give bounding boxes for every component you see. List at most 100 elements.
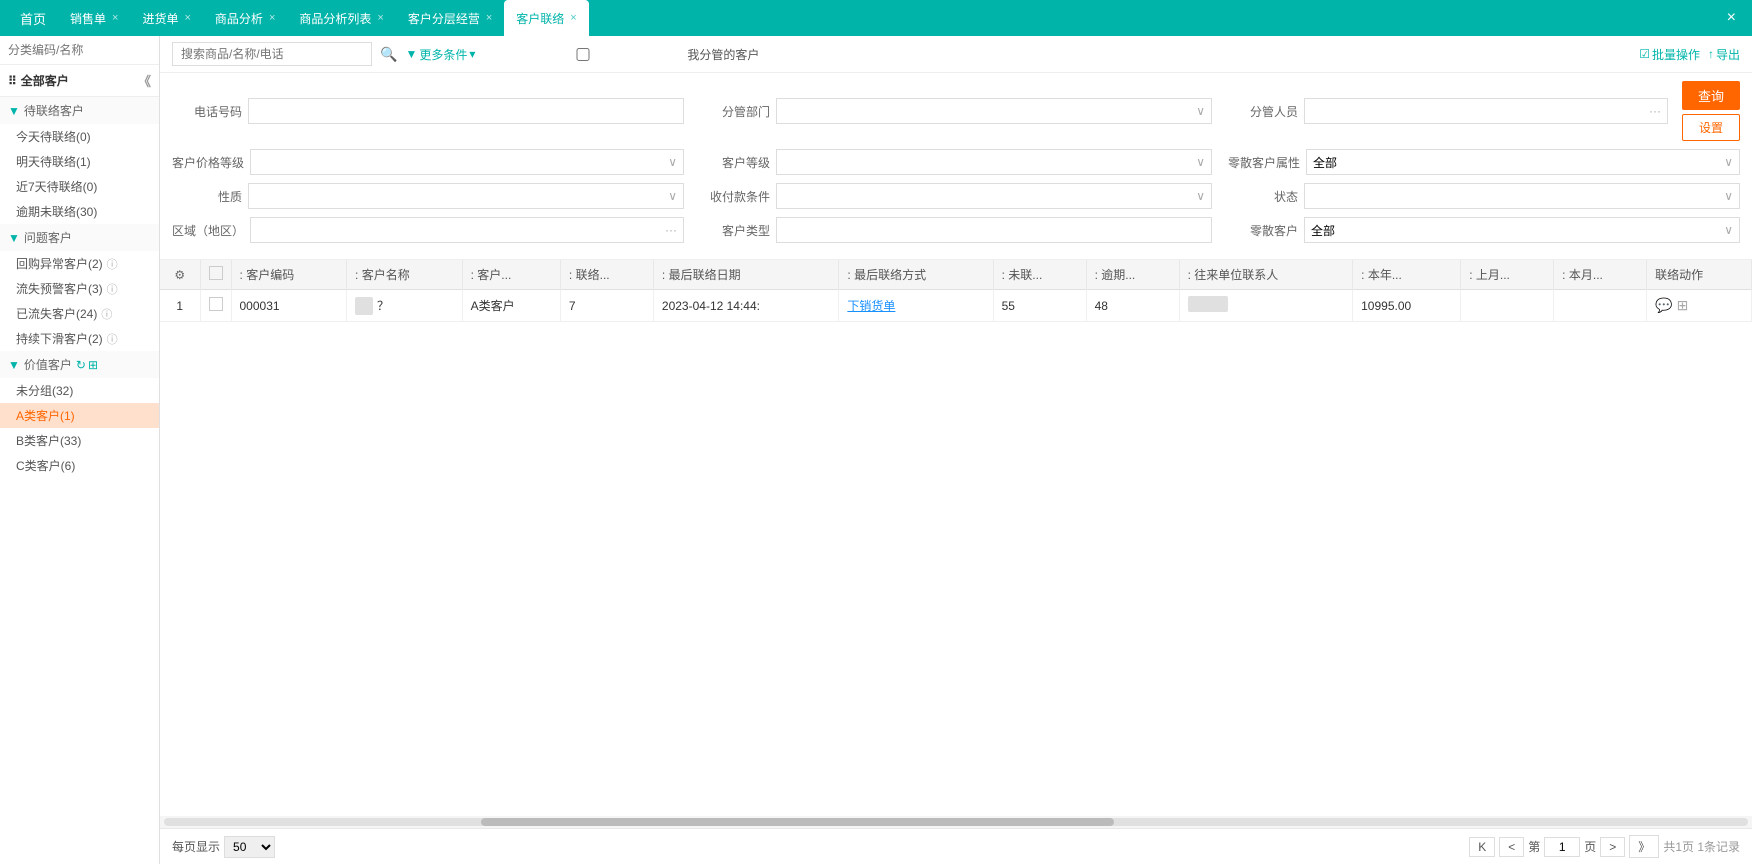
prev-page-button[interactable]: < [1499, 837, 1524, 857]
sidebar-item-tomorrow-pending[interactable]: 明天待联络(1) [0, 149, 159, 174]
horizontal-scrollbar[interactable] [160, 816, 1752, 828]
close-all-button[interactable]: × [1719, 9, 1744, 27]
section-pending-contact[interactable]: ▼ 待联络客户 [0, 97, 159, 124]
my-customer-checkbox-container: 我分管的客户 [483, 46, 759, 63]
sidebar-item-ungrouped[interactable]: 未分组(32) [0, 378, 159, 403]
sidebar-item-declining[interactable]: 持续下滑客户(2) ⓘ [0, 326, 159, 351]
customer-level-select[interactable]: ∨ [776, 149, 1212, 175]
search-input[interactable] [172, 42, 372, 66]
help-icon-churn-warning: ⓘ [107, 281, 118, 297]
sidebar-item-class-c[interactable]: C类客户(6) [0, 453, 159, 478]
nav-customer-contact[interactable]: 客户联络 × [504, 0, 588, 36]
per-page-select[interactable]: 50 20 100 [224, 836, 275, 858]
adv-filter-container: 电话号码 分管部门 ∨ 分管人员 ··· 查询 设置 [160, 73, 1752, 260]
sidebar-item-churned[interactable]: 已流失客户(24) ⓘ [0, 301, 159, 326]
section-problem-customer[interactable]: ▼ 问题客户 [0, 224, 159, 251]
col-this-month-header: : 本月... [1554, 260, 1647, 290]
main-layout: 🔍 ⠿ 全部客户 《 ▼ 待联络客户 今天待联络(0) 明天待联络(1) 近7天… [0, 36, 1752, 864]
col-contact-person-header: : 往来单位联系人 [1179, 260, 1353, 290]
region-input[interactable]: ··· [250, 217, 684, 243]
close-customer-segment-icon[interactable]: × [486, 12, 492, 24]
close-sales-icon[interactable]: × [112, 12, 118, 24]
col-this-year-header: : 本年... [1353, 260, 1461, 290]
action-qr-icon[interactable]: ⊞ [1677, 297, 1689, 314]
sidebar-item-today-pending[interactable]: 今天待联络(0) [0, 124, 159, 149]
page-number-input[interactable] [1544, 837, 1580, 857]
close-product-analysis-icon[interactable]: × [269, 12, 275, 24]
row-overdue: 48 [1086, 290, 1179, 322]
sidebar-collapse-icon[interactable]: 《 [138, 71, 151, 90]
select-all-checkbox[interactable] [209, 266, 223, 280]
nav-product-analysis-list[interactable]: 商品分析列表 × [287, 0, 395, 36]
filter-dept: 分管部门 ∨ [700, 81, 1212, 141]
export-button[interactable]: ↑ 导出 [1708, 46, 1740, 63]
price-level-select[interactable]: ∨ [250, 149, 684, 175]
sidebar-search-container: 🔍 [0, 36, 159, 65]
my-customer-checkbox[interactable] [483, 48, 683, 61]
col-actions-header: 联络动作 [1647, 260, 1752, 290]
filter-customer-type: 客户类型 [700, 217, 1212, 243]
nav-home[interactable]: 首页 [8, 0, 58, 36]
filter-customer-level: 客户等级 ∨ [700, 149, 1212, 175]
first-page-button[interactable]: K [1469, 837, 1495, 857]
close-customer-contact-icon[interactable]: × [570, 12, 576, 24]
table-gear-icon[interactable]: ⚙ [174, 268, 185, 282]
retail-customer-select[interactable]: 全部 ∨ [1304, 217, 1740, 243]
sidebar-search-input[interactable] [8, 43, 160, 57]
sidebar-item-class-b[interactable]: B类客户(33) [0, 428, 159, 453]
row-actions: 💬 ⊞ [1647, 290, 1752, 322]
sidebar-all-customers[interactable]: ⠿ 全部客户 《 [0, 65, 159, 97]
customer-avatar [355, 297, 373, 315]
query-button[interactable]: 查询 [1682, 81, 1740, 110]
settings-button[interactable]: 设置 [1682, 114, 1740, 141]
row-checkbox[interactable] [209, 297, 223, 311]
col-not-contacted-header: : 未联... [993, 260, 1086, 290]
last-page-button[interactable]: 》 [1629, 835, 1659, 858]
payment-select[interactable]: ∨ [776, 183, 1212, 209]
batch-op-button[interactable]: ☑ 批量操作 [1639, 46, 1700, 63]
sidebar-item-overdue-contact[interactable]: 逾期未联络(30) [0, 199, 159, 224]
help-icon-repurchase: ⓘ [107, 256, 118, 272]
row-num: 1 [160, 290, 200, 322]
nav-product-analysis[interactable]: 商品分析 × [203, 0, 287, 36]
status-select[interactable]: ∨ [1304, 183, 1740, 209]
col-overdue-header: : 逾期... [1086, 260, 1179, 290]
top-nav: 首页 销售单 × 进货单 × 商品分析 × 商品分析列表 × 客户分层经营 × … [0, 0, 1752, 36]
help-icon-declining: ⓘ [107, 331, 118, 347]
pagination: K < 第 页 > 》 共1页 1条记录 [1469, 835, 1740, 858]
per-page-container: 每页显示 50 20 100 [172, 836, 275, 858]
nav-customer-segment[interactable]: 客户分层经营 × [396, 0, 504, 36]
col-check-header [200, 260, 231, 290]
retail-attr-select[interactable]: 全部 ∨ [1306, 149, 1740, 175]
sidebar-item-class-a[interactable]: A类客户(1) [0, 403, 159, 428]
dept-select[interactable]: ∨ [776, 98, 1212, 124]
filter-search-icon[interactable]: 🔍 [380, 46, 397, 63]
last-contact-method-link[interactable]: 下销货单 [847, 299, 895, 313]
close-product-list-icon[interactable]: × [377, 12, 383, 24]
filter-person: 分管人员 ··· 查询 设置 [1228, 81, 1740, 141]
total-info: 共1页 1条记录 [1663, 838, 1740, 855]
nature-select[interactable]: ∨ [248, 183, 684, 209]
customer-type-input[interactable] [776, 217, 1212, 243]
close-purchase-icon[interactable]: × [184, 12, 190, 24]
sidebar-item-7days-pending[interactable]: 近7天待联络(0) [0, 174, 159, 199]
scrollbar-thumb[interactable] [481, 818, 1115, 826]
scrollbar-track [164, 818, 1748, 826]
person-input[interactable]: ··· [1304, 98, 1668, 124]
next-page-button[interactable]: > [1600, 837, 1625, 857]
row-last-contact-method: 下销货单 [839, 290, 993, 322]
nav-sales[interactable]: 销售单 × [58, 0, 130, 36]
help-icon-churned: ⓘ [101, 306, 112, 322]
nav-purchase[interactable]: 进货单 × [130, 0, 202, 36]
col-customer-type-header: : 客户... [462, 260, 560, 290]
sidebar-item-repurchase-abnormal[interactable]: 回购异常客户(2) ⓘ [0, 251, 159, 276]
top-actions: ☑ 批量操作 ↑ 导出 [1639, 46, 1740, 63]
more-conditions-button[interactable]: ▼ 更多条件 ▾ [405, 46, 475, 63]
customer-table: ⚙ : 客户编码 : 客户名称 : 客户... [160, 260, 1752, 322]
col-last-contact-method-header: : 最后联络方式 [839, 260, 993, 290]
sidebar-item-churn-warning[interactable]: 流失预警客户(3) ⓘ [0, 276, 159, 301]
row-this-year: 10995.00 [1353, 290, 1461, 322]
phone-input[interactable] [248, 98, 684, 124]
section-value-customer[interactable]: ▼ 价值客户 ↻ ⊞ [0, 351, 159, 378]
action-message-icon[interactable]: 💬 [1655, 297, 1672, 314]
